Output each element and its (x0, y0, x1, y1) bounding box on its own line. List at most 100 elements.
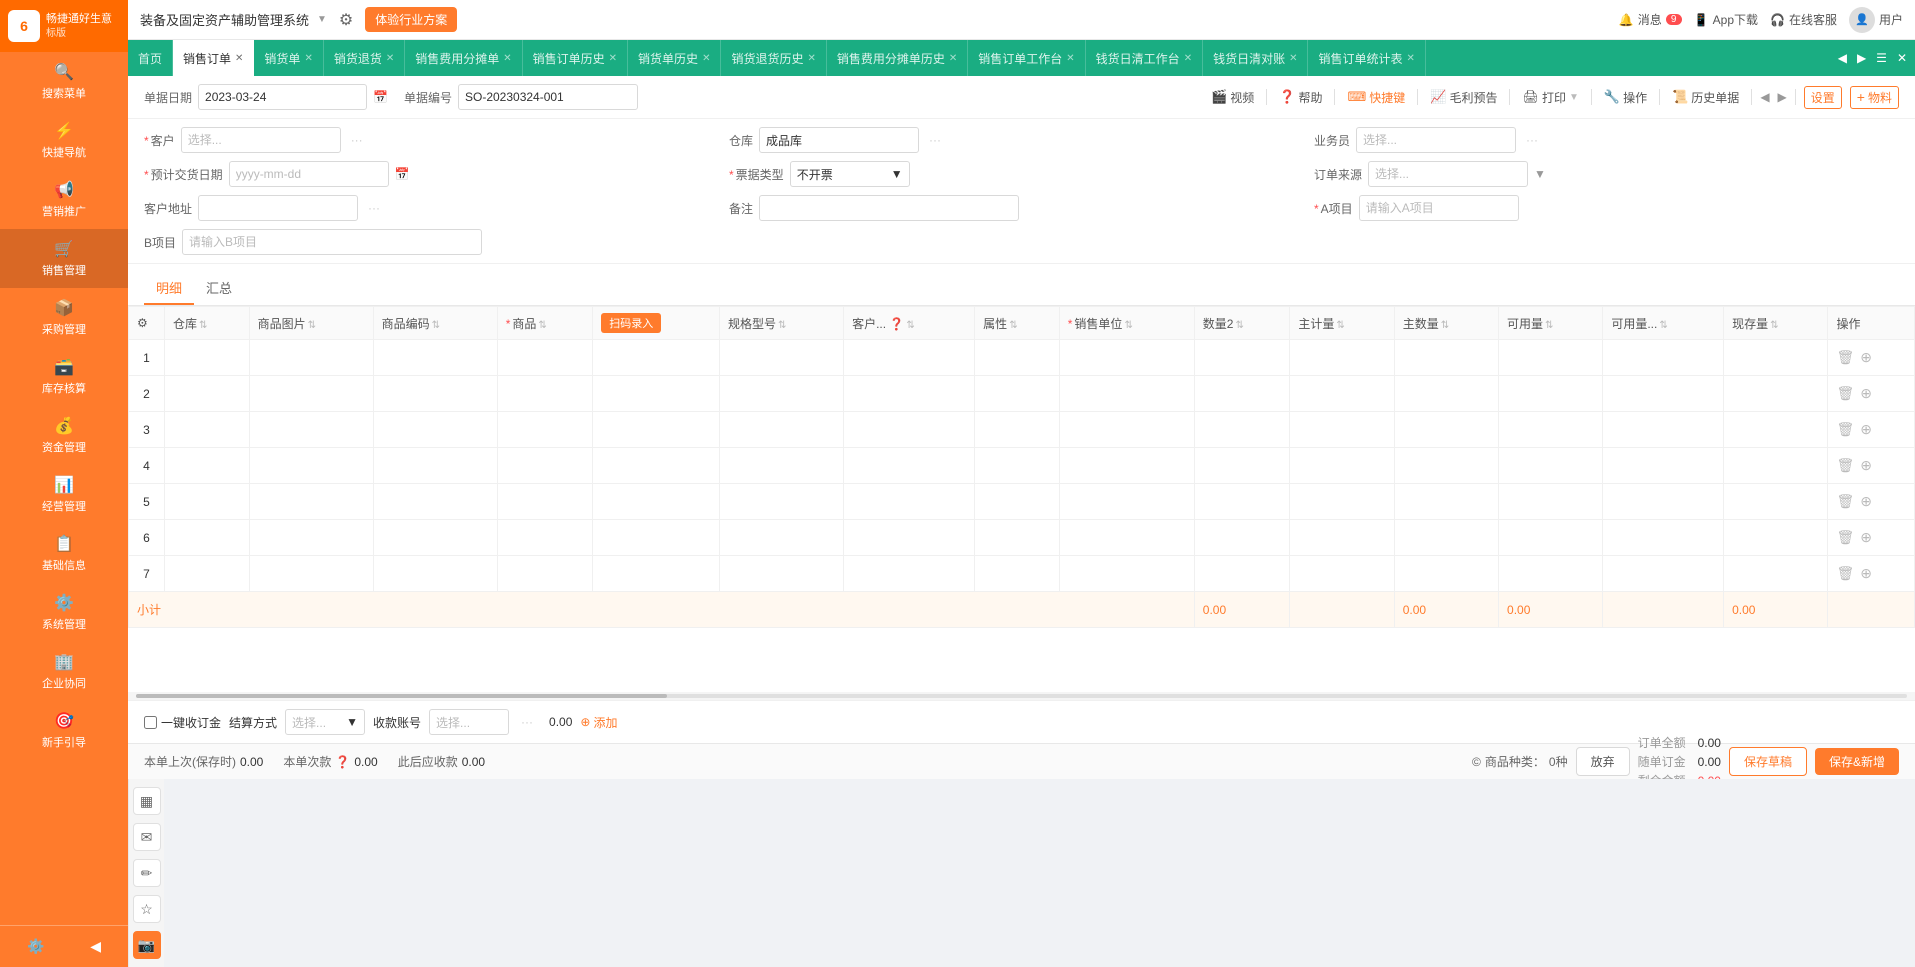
settlement-select[interactable]: 选择... ▼ (285, 709, 365, 735)
tab-close-icon[interactable]: ✕ (503, 53, 511, 64)
salesperson-ellipsis-icon[interactable]: ··· (1526, 133, 1538, 147)
row-spec[interactable] (720, 556, 844, 592)
col-product-img[interactable]: 商品图片⇅ (249, 307, 373, 340)
row-main-unit[interactable] (1290, 340, 1394, 376)
account-ellipsis-icon[interactable]: ··· (521, 715, 533, 729)
tab-daily-workbench[interactable]: 钱货日清工作台 ✕ (1086, 40, 1203, 76)
sidebar-item-system[interactable]: ⚙️ 系统管理 (0, 583, 128, 642)
row-warehouse[interactable] (165, 520, 250, 556)
copy-icon[interactable]: ⊕ (1860, 457, 1872, 474)
row-available[interactable] (1499, 556, 1603, 592)
row-warehouse[interactable] (165, 376, 250, 412)
row-product[interactable] (497, 412, 593, 448)
row-stock[interactable] (1724, 376, 1828, 412)
rp-scan-btn[interactable]: 📷 (133, 931, 161, 959)
tab-order-workbench[interactable]: 销售订单工作台 ✕ (968, 40, 1085, 76)
copy-icon[interactable]: ⊕ (1860, 421, 1872, 438)
tab-close-icon[interactable]: ✕ (304, 53, 312, 64)
tab-next-icon[interactable]: ▶ (1853, 49, 1870, 67)
row-available2[interactable] (1603, 340, 1724, 376)
sidebar-item-quicknav[interactable]: ⚡ 快捷导航 (0, 111, 128, 170)
row-customer-ref[interactable] (844, 556, 975, 592)
a-project-input[interactable] (1359, 195, 1519, 221)
col-sales-unit[interactable]: 销售单位⇅ (1059, 307, 1194, 340)
row-customer-ref[interactable] (844, 376, 975, 412)
row-available[interactable] (1499, 484, 1603, 520)
sidebar-item-inventory[interactable]: 🗃️ 库存核算 (0, 347, 128, 406)
row-main-unit[interactable] (1290, 484, 1394, 520)
row-spec[interactable] (720, 340, 844, 376)
row-attr[interactable] (975, 340, 1060, 376)
row-sales-unit[interactable] (1059, 340, 1194, 376)
tab-detail[interactable]: 明细 (144, 272, 194, 305)
row-product[interactable] (497, 484, 593, 520)
copy-icon[interactable]: ⊕ (1860, 565, 1872, 582)
system-selector[interactable]: ▼ (317, 14, 327, 25)
row-customer-ref[interactable] (844, 484, 975, 520)
row-spec[interactable] (720, 412, 844, 448)
customer-addr-input[interactable] (198, 195, 358, 221)
row-product[interactable] (497, 448, 593, 484)
row-available2[interactable] (1603, 448, 1724, 484)
sidebar-item-finance[interactable]: 💰 资金管理 (0, 406, 128, 465)
profit-btn[interactable]: 📈 毛利预告 (1426, 87, 1501, 108)
invoice-type-select[interactable]: 不开票 ▼ (790, 161, 910, 187)
row-scan[interactable] (593, 520, 720, 556)
one-click-check[interactable] (144, 716, 157, 729)
row-spec[interactable] (720, 376, 844, 412)
row-available[interactable] (1499, 448, 1603, 484)
scroll-thumb[interactable] (136, 694, 667, 698)
date-picker-icon[interactable]: 📅 (395, 167, 410, 181)
row-qty2[interactable] (1194, 484, 1290, 520)
row-product[interactable] (497, 520, 593, 556)
notification-btn[interactable]: 🔔 消息 9 (1619, 11, 1682, 28)
copy-icon[interactable]: ⊕ (1860, 493, 1872, 510)
row-main-qty[interactable] (1394, 520, 1498, 556)
row-attr[interactable] (975, 520, 1060, 556)
delivery-date-input[interactable] (229, 161, 389, 187)
row-sales-unit[interactable] (1059, 484, 1194, 520)
row-qty2[interactable] (1194, 520, 1290, 556)
doc-no-input[interactable] (458, 84, 638, 110)
order-source-input[interactable] (1368, 161, 1528, 187)
tab-expense-history[interactable]: 销售费用分摊单历史 ✕ (827, 40, 968, 76)
customer-input[interactable] (181, 127, 341, 153)
row-product-img[interactable] (249, 412, 373, 448)
rp-mail-btn[interactable]: ✉ (133, 823, 161, 851)
row-available[interactable] (1499, 412, 1603, 448)
view-btn[interactable]: 🎬 视频 (1207, 87, 1258, 108)
row-product[interactable] (497, 376, 593, 412)
delete-icon[interactable]: 🗑 (1836, 457, 1854, 474)
row-main-qty[interactable] (1394, 376, 1498, 412)
col-settings[interactable]: ⚙ (129, 307, 165, 340)
row-sales-unit[interactable] (1059, 520, 1194, 556)
row-qty2[interactable] (1194, 556, 1290, 592)
row-main-unit[interactable] (1290, 376, 1394, 412)
save-draft-btn[interactable]: 保存草稿 (1729, 747, 1807, 776)
settings-gear-icon[interactable]: ⚙ (339, 10, 353, 30)
row-product-code[interactable] (373, 520, 497, 556)
print-btn[interactable]: 🖨 打印 ▼ (1518, 87, 1582, 108)
add-material-btn[interactable]: + 物料 (1850, 86, 1899, 109)
sidebar-item-search[interactable]: 🔍 搜索菜单 (0, 52, 128, 111)
sidebar-item-purchase[interactable]: 📦 采购管理 (0, 288, 128, 347)
row-available[interactable] (1499, 376, 1603, 412)
doc-date-input[interactable] (198, 84, 367, 110)
row-qty2[interactable] (1194, 340, 1290, 376)
col-main-unit[interactable]: 主计量⇅ (1290, 307, 1394, 340)
delete-icon[interactable]: 🗑 (1836, 565, 1854, 582)
b-project-input[interactable] (182, 229, 482, 255)
row-product-code[interactable] (373, 376, 497, 412)
addr-ellipsis-icon[interactable]: ··· (368, 201, 380, 215)
row-attr[interactable] (975, 448, 1060, 484)
tab-sales-order[interactable]: 销售订单 ✕ (173, 40, 254, 76)
sidebar-settings-btn[interactable]: ⚙️ (23, 934, 48, 959)
sidebar-logo[interactable]: 6 畅捷通好生意 标版 (0, 0, 128, 52)
row-stock[interactable] (1724, 556, 1828, 592)
row-product-code[interactable] (373, 412, 497, 448)
row-product[interactable] (497, 340, 593, 376)
row-attr[interactable] (975, 412, 1060, 448)
col-product[interactable]: 商品⇅ (497, 307, 593, 340)
one-click-checkbox[interactable]: 一键收订金 (144, 714, 221, 731)
rp-grid-btn[interactable]: ▦ (133, 787, 161, 815)
